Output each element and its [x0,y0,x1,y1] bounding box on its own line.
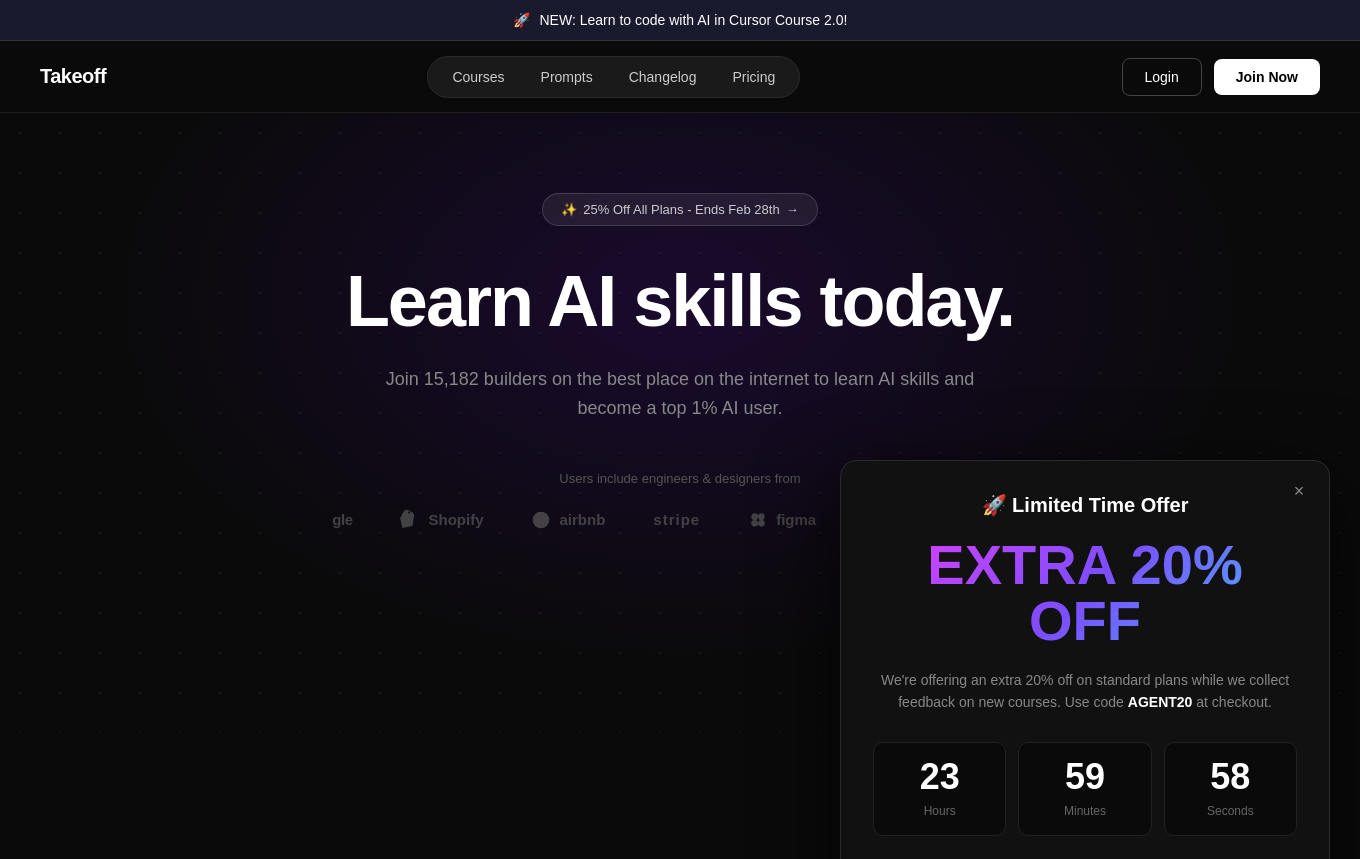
nav-menu: Courses Prompts Changelog Pricing [427,56,800,98]
svg-point-1 [752,513,759,520]
stripe-label: stripe [653,511,700,528]
promo-icon: ✨ [561,202,577,217]
popup-title: Limited Time Offer [1012,494,1188,516]
airbnb-icon [531,510,551,530]
nav-prompts[interactable]: Prompts [525,63,609,91]
figma-icon [748,510,768,530]
countdown-seconds: 58 Seconds [1164,742,1297,836]
shopify-label: Shopify [428,511,483,528]
popup-rocket-icon: 🚀 [982,494,1007,516]
svg-point-2 [758,513,765,520]
hero-title: Learn AI skills today. [346,262,1014,341]
figma-label: figma [776,511,816,528]
minutes-value: 59 [1031,759,1138,795]
shopify-icon [400,510,420,530]
discount-popup: × 🚀 Limited Time Offer EXTRA 20% OFF We'… [840,460,1330,859]
countdown-row: 23 Hours 59 Minutes 58 Seconds [873,742,1297,836]
navbar-actions: Login Join Now [1122,58,1321,96]
popup-code: AGENT20 [1128,694,1193,710]
promo-arrow: → [786,202,799,217]
hours-label: Hours [924,804,956,818]
login-button[interactable]: Login [1122,58,1202,96]
popup-code-suffix: at checkout. [1196,694,1272,710]
nav-pricing[interactable]: Pricing [716,63,791,91]
banner-text: NEW: Learn to code with AI in Cursor Cou… [540,12,848,28]
company-stripe: stripe [653,511,700,528]
seconds-label: Seconds [1207,804,1254,818]
svg-point-3 [752,520,759,527]
nav-courses[interactable]: Courses [436,63,520,91]
seconds-value: 58 [1177,759,1284,795]
countdown-hours: 23 Hours [873,742,1006,836]
company-figma: figma [748,510,816,530]
hero-subtitle: Join 15,182 builders on the best place o… [360,365,1000,423]
company-shopify: Shopify [400,510,483,530]
companies-label: Users include engineers & designers from [559,471,800,486]
popup-discount-text: EXTRA 20% OFF [873,537,1297,649]
nav-changelog[interactable]: Changelog [613,63,713,91]
popup-header: 🚀 Limited Time Offer [873,493,1297,517]
countdown-minutes: 59 Minutes [1018,742,1151,836]
airbnb-label: airbnb [559,511,605,528]
svg-point-0 [533,511,550,528]
navbar: Takeoff Courses Prompts Changelog Pricin… [0,41,1360,113]
top-banner[interactable]: 🚀 NEW: Learn to code with AI in Cursor C… [0,0,1360,41]
google-text: gle [332,511,352,528]
svg-point-4 [758,520,765,527]
minutes-label: Minutes [1064,804,1106,818]
company-airbnb: airbnb [531,510,605,530]
popup-description: We're offering an extra 20% off on stand… [873,669,1297,714]
promo-badge[interactable]: ✨ 25% Off All Plans - Ends Feb 28th → [542,193,817,226]
hours-value: 23 [886,759,993,795]
site-logo[interactable]: Takeoff [40,65,106,88]
rocket-icon: 🚀 [513,12,530,28]
popup-close-button[interactable]: × [1285,477,1313,505]
company-google: gle [332,511,352,528]
join-now-button[interactable]: Join Now [1214,59,1320,95]
promo-text: 25% Off All Plans - Ends Feb 28th [583,202,779,217]
